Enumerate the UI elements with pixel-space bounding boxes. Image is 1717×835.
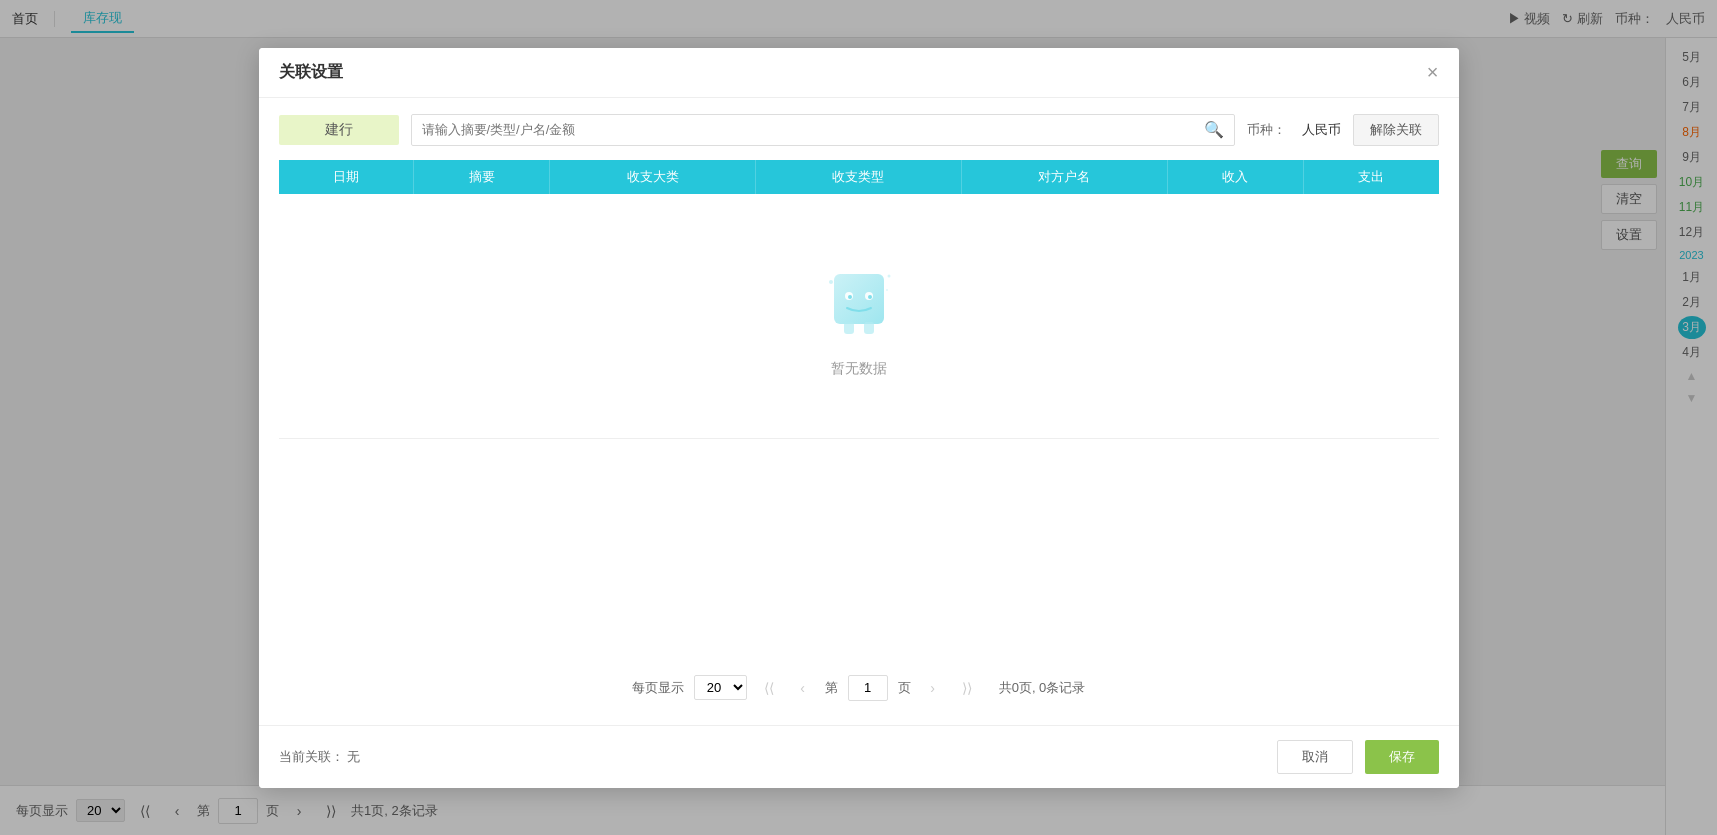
modal-close-button[interactable]: ×: [1427, 62, 1439, 82]
col-type: 收支类型: [756, 160, 962, 194]
table-container: 日期 摘要 收支大类 收支类型 对方户名 收入 支出: [279, 160, 1439, 659]
last-page-btn[interactable]: ⟩⟩: [955, 676, 979, 700]
data-table: 日期 摘要 收支大类 收支类型 对方户名 收入 支出: [279, 160, 1439, 439]
prev-page-btn[interactable]: ‹: [791, 676, 815, 700]
page-size-label: 每页显示: [632, 679, 684, 697]
modal-footer: 当前关联： 无 取消 保存: [259, 725, 1459, 788]
svg-point-7: [886, 289, 888, 291]
cancel-button[interactable]: 取消: [1277, 740, 1353, 774]
svg-point-6: [887, 274, 890, 277]
svg-point-5: [829, 280, 833, 284]
empty-text: 暂无数据: [831, 360, 887, 378]
svg-rect-9: [864, 322, 874, 334]
search-box: 🔍: [411, 114, 1235, 146]
col-income: 收入: [1167, 160, 1303, 194]
page-input[interactable]: [848, 675, 888, 701]
next-page-btn[interactable]: ›: [921, 676, 945, 700]
page-total: 共0页, 0条记录: [999, 679, 1086, 697]
footer-buttons: 取消 保存: [1277, 740, 1439, 774]
col-counterparty: 对方户名: [961, 160, 1167, 194]
col-summary: 摘要: [413, 160, 549, 194]
search-icon[interactable]: 🔍: [1204, 120, 1224, 139]
svg-rect-0: [834, 274, 884, 324]
pagination-row: 每页显示 20 ⟨⟨ ‹ 第 页 › ⟩⟩ 共0页, 0条记录: [279, 659, 1439, 709]
currency-label: 币种：: [1247, 121, 1286, 139]
unlink-button[interactable]: 解除关联: [1353, 114, 1439, 146]
col-category: 收支大类: [550, 160, 756, 194]
modal-search-input[interactable]: [422, 122, 1204, 137]
empty-row: 暂无数据: [279, 194, 1439, 439]
page-unit: 页: [898, 679, 911, 697]
svg-point-4: [868, 295, 872, 299]
col-date: 日期: [279, 160, 414, 194]
current-link-value: 无: [347, 749, 360, 764]
col-expense: 支出: [1303, 160, 1438, 194]
first-page-btn[interactable]: ⟨⟨: [757, 676, 781, 700]
svg-rect-8: [844, 322, 854, 334]
page-size-select[interactable]: 20: [694, 675, 747, 700]
bank-tag: 建行: [279, 115, 399, 145]
svg-point-3: [848, 295, 852, 299]
currency-value: 人民币: [1302, 121, 1341, 139]
empty-state: 暂无数据: [279, 194, 1439, 438]
empty-illustration: [809, 254, 909, 344]
save-button[interactable]: 保存: [1365, 740, 1439, 774]
modal-dialog: 关联设置 × 建行 🔍 币种： 人民币 解除关联 日期 摘要 收支大类: [259, 48, 1459, 788]
page-label: 第: [825, 679, 838, 697]
modal-title: 关联设置: [279, 62, 343, 83]
modal-top-row: 建行 🔍 币种： 人民币 解除关联: [279, 114, 1439, 146]
table-header-row: 日期 摘要 收支大类 收支类型 对方户名 收入 支出: [279, 160, 1439, 194]
modal-body: 建行 🔍 币种： 人民币 解除关联 日期 摘要 收支大类 收支类型 对方户名: [259, 98, 1459, 725]
current-link: 当前关联： 无: [279, 748, 361, 766]
modal-header: 关联设置 ×: [259, 48, 1459, 98]
current-link-label: 当前关联：: [279, 749, 344, 764]
